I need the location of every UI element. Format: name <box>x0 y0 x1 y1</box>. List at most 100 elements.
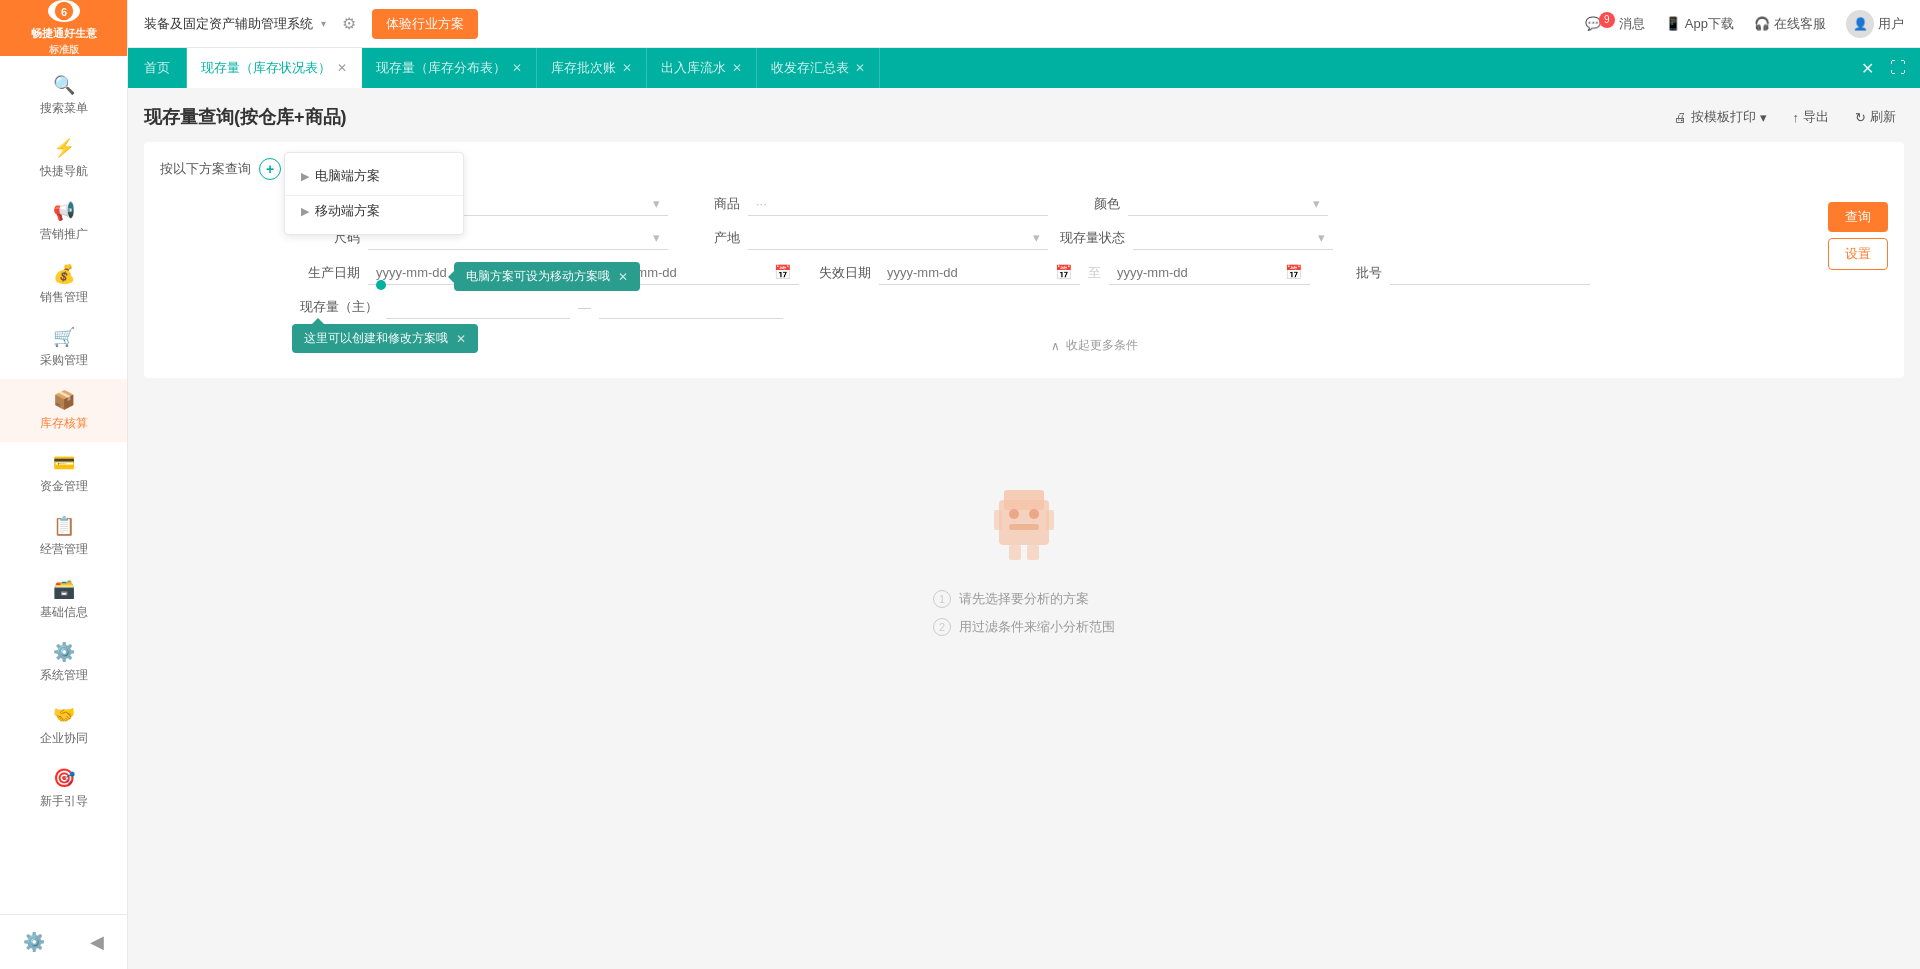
tab-in-out-close[interactable]: ✕ <box>732 62 742 74</box>
sidebar-logo: 6 畅捷通好生意 标准版 <box>0 0 127 56</box>
sidebar-item-sales-label: 销售管理 <box>40 289 88 306</box>
sidebar-item-finance-label: 资金管理 <box>40 478 88 495</box>
tab-in-out[interactable]: 出入库流水 ✕ <box>647 48 757 88</box>
filter-row-2: 尺码 ▾ 产地 ▾ 现存量状态 <box>300 226 1888 250</box>
expire-date-end-input[interactable] <box>1117 265 1285 280</box>
refresh-icon: ↻ <box>1855 110 1866 125</box>
sidebar-collapse-btn[interactable]: ◀ <box>82 927 112 957</box>
purchase-icon: 🛒 <box>53 326 75 348</box>
sidebar-footer: ⚙️ ◀ <box>0 914 127 969</box>
sidebar-item-purchase-label: 采购管理 <box>40 352 88 369</box>
sidebar-item-purchase[interactable]: 🛒 采购管理 <box>0 316 127 379</box>
message-btn[interactable]: 💬 9 消息 <box>1585 15 1645 33</box>
scheme-item-mobile[interactable]: ▶ 移动端方案 <box>285 196 463 226</box>
filter-field-expire-date: 失效日期 📅 至 📅 <box>811 260 1310 285</box>
refresh-btn[interactable]: ↻ 刷新 <box>1847 104 1904 130</box>
printer-icon: 🖨 <box>1674 110 1687 125</box>
tab-home[interactable]: 首页 <box>128 48 187 88</box>
sidebar-item-enterprise[interactable]: 🤝 企业协同 <box>0 694 127 757</box>
sidebar-item-guide[interactable]: 🎯 新手引导 <box>0 757 127 820</box>
tab-inventory-status-label: 现存量（库存状况表） <box>201 59 331 77</box>
header-settings-btn[interactable]: ⚙ <box>338 10 360 37</box>
stock-qty-end-input[interactable] <box>599 295 783 319</box>
sidebar-item-inventory[interactable]: 📦 库存核算 <box>0 379 127 442</box>
print-btn[interactable]: 🖨 按模板打印 ▾ <box>1666 104 1775 130</box>
sidebar-item-finance[interactable]: 💳 资金管理 <box>0 442 127 505</box>
tab-batch-account[interactable]: 库存批次账 ✕ <box>537 48 647 88</box>
tooltip-create-close[interactable]: ✕ <box>456 332 466 346</box>
color-chevron: ▾ <box>1313 196 1320 211</box>
expand-icon-mobile: ▶ <box>301 205 309 218</box>
sidebar-item-operation-label: 经营管理 <box>40 541 88 558</box>
expire-date-start[interactable]: 📅 <box>879 260 1080 285</box>
print-label: 按模板打印 <box>1691 108 1756 126</box>
tab-inventory-dist[interactable]: 现存量（库存分布表） ✕ <box>362 48 537 88</box>
tab-collect-send-close[interactable]: ✕ <box>855 62 865 74</box>
empty-icon <box>974 470 1074 570</box>
filter-field-batch: 批号 <box>1322 261 1590 285</box>
filter-field-color: 颜色 ▾ <box>1060 192 1328 216</box>
filter-row-4: 现存量（主） — <box>300 295 1888 319</box>
sidebar-item-system[interactable]: ⚙️ 系统管理 <box>0 631 127 694</box>
sidebar-item-quick[interactable]: ⚡ 快捷导航 <box>0 127 127 190</box>
tab-bar-actions: ✕ ⛶ <box>1855 57 1920 80</box>
calendar-icon-prod-end[interactable]: 📅 <box>774 264 791 280</box>
scheme-item-pc[interactable]: ▶ 电脑端方案 <box>285 161 463 191</box>
sidebar-item-basic[interactable]: 🗃️ 基础信息 <box>0 568 127 631</box>
tip-num-1: 1 <box>933 590 951 608</box>
tab-bar: 首页 现存量（库存状况表） ✕ 现存量（库存分布表） ✕ 库存批次账 ✕ 出入库… <box>128 48 1920 88</box>
svg-rect-3 <box>1004 490 1044 510</box>
search-button[interactable]: 查询 <box>1828 202 1888 232</box>
tab-inventory-status-close[interactable]: ✕ <box>337 62 347 74</box>
tab-collect-send[interactable]: 收发存汇总表 ✕ <box>757 48 880 88</box>
export-icon: ↑ <box>1793 110 1800 125</box>
sidebar-item-sales[interactable]: 💰 销售管理 <box>0 253 127 316</box>
sidebar-item-operation[interactable]: 📋 经营管理 <box>0 505 127 568</box>
trial-button[interactable]: 体验行业方案 <box>372 9 478 39</box>
sidebar-item-search[interactable]: 🔍 搜索菜单 <box>0 64 127 127</box>
message-label: 消息 <box>1619 15 1645 33</box>
calendar-icon-expire-start[interactable]: 📅 <box>1055 264 1072 280</box>
origin-label: 产地 <box>680 229 740 247</box>
export-btn[interactable]: ↑ 导出 <box>1785 104 1838 130</box>
user-btn[interactable]: 👤 用户 <box>1846 10 1904 38</box>
service-label: 在线客服 <box>1774 15 1826 33</box>
stock-qty-start-input[interactable] <box>386 295 570 319</box>
highlight-dot <box>376 280 386 290</box>
system-title[interactable]: 装备及固定资产辅助管理系统 ▾ <box>144 15 326 33</box>
app-download-btn[interactable]: 📱 App下载 <box>1665 15 1734 33</box>
collapse-label: 收起更多条件 <box>1066 337 1138 354</box>
sidebar-item-basic-label: 基础信息 <box>40 604 88 621</box>
page-title: 现存量查询(按仓库+商品) <box>144 105 347 129</box>
headset-icon: 🎧 <box>1754 16 1770 31</box>
tab-batch-account-close[interactable]: ✕ <box>622 62 632 74</box>
expire-date-end[interactable]: 📅 <box>1109 260 1310 285</box>
product-select[interactable]: ··· <box>748 192 1048 216</box>
main-area: 装备及固定资产辅助管理系统 ▾ ⚙ 体验行业方案 💬 9 消息 📱 App下载 … <box>128 0 1920 969</box>
filter-collapse-btn[interactable]: ∧ 收起更多条件 <box>300 329 1888 362</box>
scheme-mobile-label: 移动端方案 <box>315 202 380 220</box>
calendar-icon-expire-end[interactable]: 📅 <box>1285 264 1302 280</box>
tooltip-create-text: 这里可以创建和修改方案哦 <box>304 330 448 347</box>
origin-select[interactable]: ▾ <box>748 226 1048 250</box>
tab-close-all-btn[interactable]: ✕ <box>1855 57 1880 80</box>
empty-tip-2: 2 用过滤条件来缩小分析范围 <box>933 618 1115 636</box>
tab-inventory-status[interactable]: 现存量（库存状况表） ✕ <box>187 48 362 88</box>
top-header: 装备及固定资产辅助管理系统 ▾ ⚙ 体验行业方案 💬 9 消息 📱 App下载 … <box>128 0 1920 48</box>
sidebar-item-marketing[interactable]: 📢 营销推广 <box>0 190 127 253</box>
guide-icon: 🎯 <box>53 767 75 789</box>
sidebar-settings-btn[interactable]: ⚙️ <box>15 927 53 957</box>
warehouse-chevron: ▾ <box>653 196 660 211</box>
online-service-btn[interactable]: 🎧 在线客服 <box>1754 15 1826 33</box>
tooltip-pc-close[interactable]: ✕ <box>618 270 628 284</box>
sidebar-item-quick-label: 快捷导航 <box>40 163 88 180</box>
expire-date-start-input[interactable] <box>887 265 1055 280</box>
filter-add-btn[interactable]: + <box>259 158 281 180</box>
tab-inventory-dist-close[interactable]: ✕ <box>512 62 522 74</box>
batch-input[interactable] <box>1390 261 1590 285</box>
tab-fullscreen-btn[interactable]: ⛶ <box>1884 57 1912 79</box>
stock-status-select[interactable]: ▾ <box>1133 226 1333 250</box>
reset-button[interactable]: 设置 <box>1828 238 1888 270</box>
user-label: 用户 <box>1878 15 1904 33</box>
color-select[interactable]: ▾ <box>1128 192 1328 216</box>
